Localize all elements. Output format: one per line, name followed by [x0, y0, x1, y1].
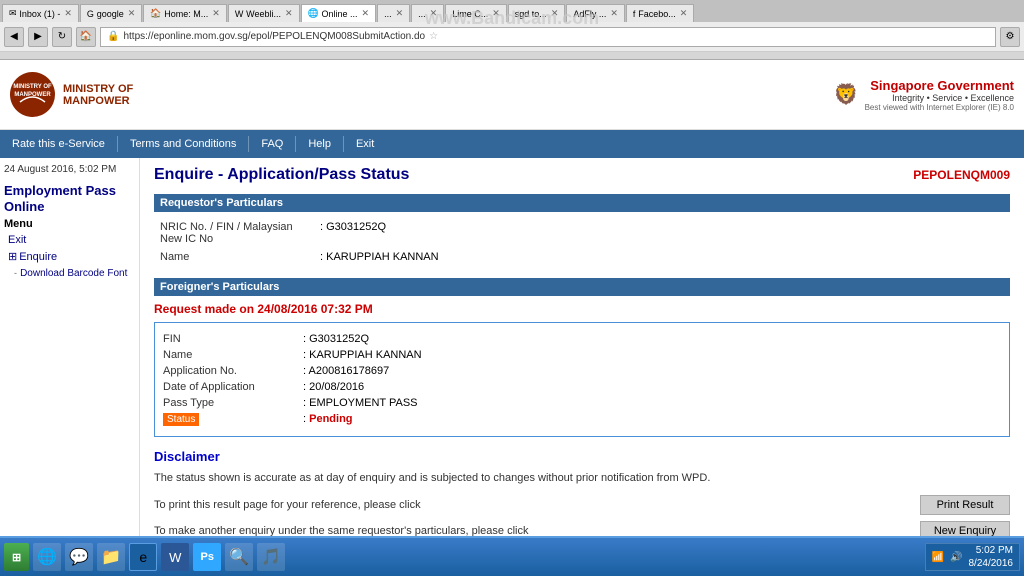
- tray-icon-volume: 🔊: [950, 552, 962, 563]
- address-bar[interactable]: 🔒 https://eponline.mom.gov.sg/epol/PEPOL…: [100, 27, 996, 47]
- nav-help[interactable]: Help: [296, 136, 344, 152]
- foreigners-section-header: Foreigner's Particulars: [154, 278, 1010, 296]
- detail-passtype: Pass Type : EMPLOYMENT PASS: [163, 395, 1001, 411]
- start-button[interactable]: ⊞: [4, 543, 29, 571]
- back-button[interactable]: ◀: [4, 27, 24, 47]
- sidebar-date: 24 August 2016, 5:02 PM: [4, 164, 135, 175]
- taskbar: ⊞ 🌐 💬 📁 e W Ps 🔍 🎵 📶 🔊 5:02 PM 8/24/2016: [0, 536, 1024, 576]
- mom-logo-text: MINISTRY OF MANPOWER: [63, 83, 133, 107]
- forward-button[interactable]: ▶: [28, 27, 48, 47]
- tab-online[interactable]: 🌐 Online ...✕: [301, 4, 377, 22]
- taskbar-icon-ie[interactable]: e: [129, 543, 157, 571]
- tab-fb[interactable]: f Facebo...✕: [626, 4, 694, 22]
- tab-extra1[interactable]: ...✕: [377, 4, 410, 22]
- taskbar-tray: 📶 🔊 5:02 PM 8/24/2016: [925, 543, 1020, 571]
- mom-logo: MINISTRY OF MANPOWER MINISTRY OF MANPOWE…: [10, 72, 133, 117]
- detail-name: Name : KARUPPIAH KANNAN: [163, 347, 1001, 363]
- content-area: Enquire - Application/Pass Status PEPOLE…: [140, 158, 1024, 576]
- tab-sgd[interactable]: sgd to...✕: [508, 4, 566, 22]
- action-print-row: To print this result page for your refer…: [154, 495, 1010, 515]
- taskbar-time: 5:02 PM 8/24/2016: [969, 544, 1014, 570]
- status-value: Pending: [309, 413, 352, 425]
- print-result-button[interactable]: Print Result: [920, 495, 1010, 515]
- disclaimer-title: Disclaimer: [154, 449, 1010, 464]
- table-row: Name : KARUPPIAH KANNAN: [154, 248, 1010, 266]
- bookmark-icon[interactable]: ☆: [429, 31, 438, 42]
- taskbar-icon-chat[interactable]: 💬: [65, 543, 93, 571]
- nav-faq[interactable]: FAQ: [249, 136, 296, 152]
- sidebar-menu-title: Menu: [4, 218, 135, 230]
- enquire-icon: ⊞: [8, 250, 17, 263]
- details-box: FIN : G3031252Q Name : KARUPPIAH KANNAN …: [154, 322, 1010, 437]
- tab-lime[interactable]: Lime C...✕: [445, 4, 507, 22]
- table-row: NRIC No. / FIN / MalaysianNew IC No : G3…: [154, 218, 1010, 248]
- browser-tabs[interactable]: ✉ Inbox (1) -✕ G google✕ 🏠 Home: M...✕ W…: [0, 0, 1024, 22]
- home-button[interactable]: 🏠: [76, 27, 96, 47]
- requestors-section-header: Requestor's Particulars: [154, 194, 1010, 212]
- nric-label: NRIC No. / FIN / MalaysianNew IC No: [154, 218, 314, 248]
- gov-title: Singapore Government: [865, 78, 1014, 93]
- tab-inbox[interactable]: ✉ Inbox (1) -✕: [2, 4, 79, 22]
- detail-appno: Application No. : A200816178697: [163, 363, 1001, 379]
- form-ref: PEPOLENQM009: [913, 168, 1010, 182]
- svg-text:MINISTRY OF: MINISTRY OF: [13, 84, 52, 90]
- sidebar-item-exit[interactable]: Exit: [4, 232, 135, 248]
- main-area: 24 August 2016, 5:02 PM Employment PassO…: [0, 158, 1024, 576]
- detail-status: Status : Pending: [163, 411, 1001, 428]
- tab-extra2[interactable]: ...✕: [411, 4, 444, 22]
- action-enquiry-text: To make another enquiry under the same r…: [154, 525, 920, 537]
- request-date: Request made on 24/08/2016 07:32 PM: [154, 302, 1010, 316]
- nav-rate[interactable]: Rate this e-Service: [0, 136, 118, 152]
- browser-toolbar: ◀ ▶ ↻ 🏠 🔒 https://eponline.mom.gov.sg/ep…: [0, 22, 1024, 52]
- taskbar-icon-folder[interactable]: 📁: [97, 543, 125, 571]
- gov-logo: 🦁 Singapore Government Integrity • Servi…: [834, 78, 1014, 112]
- page-title: Enquire - Application/Pass Status: [154, 166, 409, 184]
- detail-date: Date of Application : 20/08/2016: [163, 379, 1001, 395]
- taskbar-icon-media[interactable]: 🎵: [257, 543, 285, 571]
- mom-logo-image: MINISTRY OF MANPOWER: [10, 72, 55, 117]
- sidebar-item-barcode[interactable]: - Download Barcode Font: [4, 265, 135, 281]
- site-header: MINISTRY OF MANPOWER MINISTRY OF MANPOWE…: [0, 60, 1024, 130]
- sidebar-title: Employment PassOnline: [4, 183, 135, 214]
- sidebar-item-enquire[interactable]: ⊞ Enquire: [4, 248, 135, 265]
- url-text: https://eponline.mom.gov.sg/epol/PEPOLEN…: [123, 31, 425, 42]
- refresh-button[interactable]: ↻: [52, 27, 72, 47]
- content-header: Enquire - Application/Pass Status PEPOLE…: [154, 166, 1010, 184]
- name-label: Name: [154, 248, 314, 266]
- tray-icon-network: 📶: [932, 552, 944, 563]
- tab-google[interactable]: G google✕: [80, 4, 142, 22]
- gov-tagline: Integrity • Service • Excellence: [865, 93, 1014, 103]
- nav-exit[interactable]: Exit: [344, 136, 386, 152]
- taskbar-icon-search[interactable]: 🔍: [225, 543, 253, 571]
- status-badge: Status: [163, 413, 199, 426]
- name-value: : KARUPPIAH KANNAN: [314, 248, 1010, 266]
- tab-adfly[interactable]: AdFly ...✕: [566, 4, 625, 22]
- gov-note: Best viewed with Internet Explorer (IE) …: [865, 103, 1014, 112]
- nav-bar: Rate this e-Service Terms and Conditions…: [0, 130, 1024, 158]
- nav-terms[interactable]: Terms and Conditions: [118, 136, 249, 152]
- tab-weebly[interactable]: W Weebli...✕: [228, 4, 300, 22]
- requestors-table: NRIC No. / FIN / MalaysianNew IC No : G3…: [154, 218, 1010, 266]
- disclaimer-text: The status shown is accurate as at day o…: [154, 470, 1010, 487]
- action-print-text: To print this result page for your refer…: [154, 499, 920, 511]
- detail-fin: FIN : G3031252Q: [163, 331, 1001, 347]
- taskbar-icon-browser[interactable]: 🌐: [33, 543, 61, 571]
- settings-button[interactable]: ⚙: [1000, 27, 1020, 47]
- taskbar-icon-ps[interactable]: Ps: [193, 543, 221, 571]
- nric-value: : G3031252Q: [314, 218, 1010, 248]
- taskbar-icon-word[interactable]: W: [161, 543, 189, 571]
- tab-home[interactable]: 🏠 Home: M...✕: [143, 4, 227, 22]
- sidebar: 24 August 2016, 5:02 PM Employment PassO…: [0, 158, 140, 576]
